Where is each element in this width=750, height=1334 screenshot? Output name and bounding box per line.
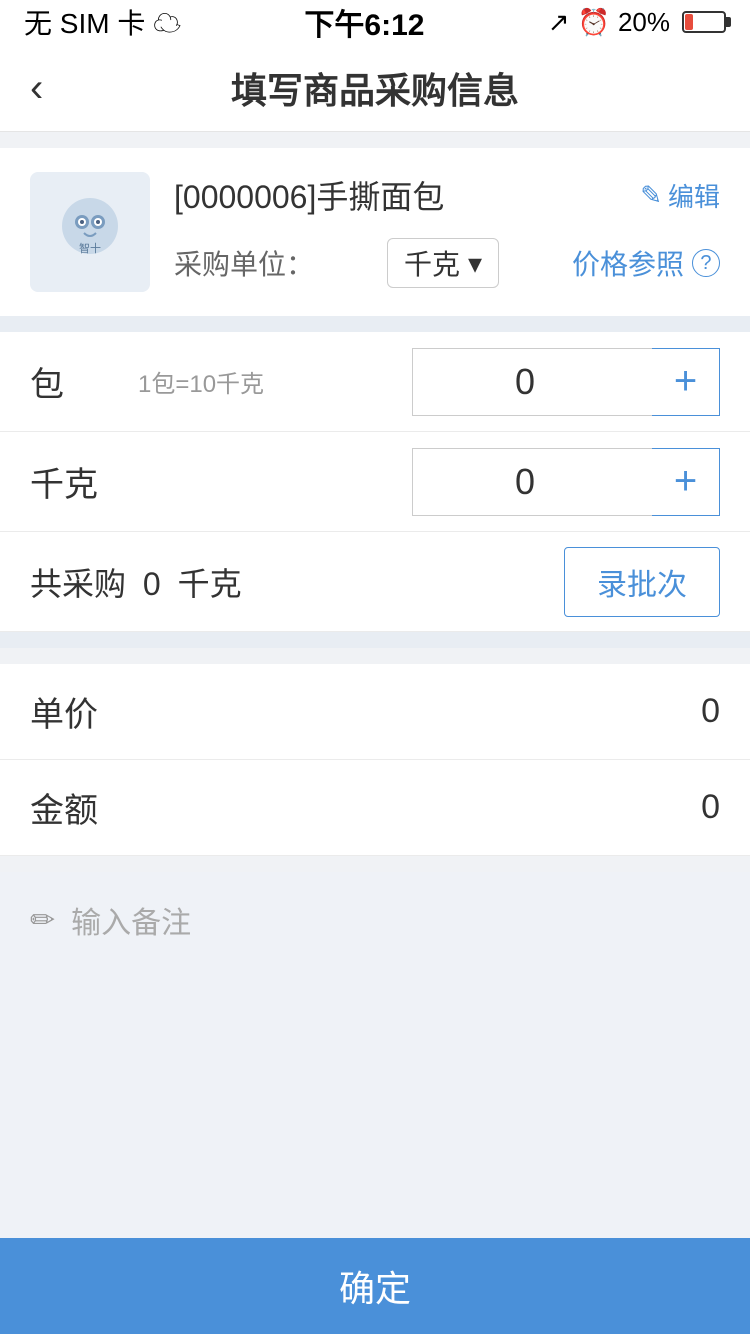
unit-label: 采购单位：	[174, 243, 314, 283]
summary-qty: 0	[143, 566, 161, 602]
nav-bar: ‹ 填写商品采购信息	[0, 44, 750, 132]
price-ref-label: 价格参照	[572, 243, 684, 283]
alarm-icon: ⏰	[578, 7, 610, 38]
unit-price-label: 单价	[30, 687, 98, 736]
battery-fill	[685, 14, 693, 30]
unit-price-value: 0	[701, 692, 720, 731]
edit-button[interactable]: ✎ 编辑	[640, 177, 720, 214]
price-section: 单价 0 金额 0	[0, 664, 750, 856]
svg-text:智十: 智十	[79, 241, 101, 255]
summary-label: 共采购	[30, 566, 126, 602]
kg-input-right: +	[412, 448, 720, 516]
bag-input-row: 包 1包=10千克 +	[0, 332, 750, 432]
page-title: 填写商品采购信息	[231, 62, 519, 114]
kg-label: 千克	[30, 457, 130, 506]
content-filler	[0, 968, 750, 1238]
bag-label: 包	[30, 357, 130, 406]
kg-quantity-input[interactable]	[412, 448, 652, 516]
batch-button[interactable]: 录批次	[564, 547, 720, 617]
edit-icon: ✎	[640, 180, 662, 211]
unit-value: 千克	[404, 243, 460, 283]
status-time: 下午6:12	[304, 0, 424, 44]
bag-input-right: +	[412, 348, 720, 416]
location-icon: ↗	[548, 7, 570, 38]
kg-input-row: 千克 +	[0, 432, 750, 532]
bag-quantity-input[interactable]	[412, 348, 652, 416]
bag-plus-button[interactable]: +	[652, 348, 720, 416]
bag-sub-label: 1包=10千克	[138, 364, 264, 399]
confirm-button[interactable]: 确定	[0, 1238, 750, 1334]
battery-label: 20%	[618, 7, 670, 38]
page: 无 SIM 卡 ☁ 下午6:12 ↗ ⏰ 20% ‹ 填写商品采购信息	[0, 0, 750, 1334]
question-circle-icon: ?	[692, 249, 720, 277]
remark-section[interactable]: ✏ 输入备注	[0, 872, 750, 968]
price-reference-button[interactable]: 价格参照 ?	[572, 243, 720, 283]
chevron-down-icon: ▾	[468, 247, 482, 280]
product-info: [0000006]手撕面包 ✎ 编辑 采购单位： 千克 ▾ 价格参照 ?	[174, 172, 720, 288]
amount-label: 金额	[30, 783, 98, 832]
product-card: 智十 [0000006]手撕面包 ✎ 编辑 采购单位： 千克 ▾ 价格参照	[0, 148, 750, 316]
product-thumbnail: 智十	[30, 172, 150, 292]
pencil-icon: ✏	[30, 903, 55, 938]
summary-unit: 千克	[178, 566, 242, 602]
no-sim-label: 无 SIM 卡 ☁	[24, 2, 181, 42]
summary-row: 共采购 0 千克 录批次	[0, 532, 750, 632]
amount-value: 0	[701, 788, 720, 827]
product-thumb-icon: 智十	[60, 196, 120, 268]
remark-placeholder: 输入备注	[71, 898, 191, 942]
product-logo-svg: 智十	[60, 196, 120, 256]
product-name-row: [0000006]手撕面包 ✎ 编辑	[174, 172, 720, 218]
battery-icon	[682, 11, 726, 33]
section-divider-1	[0, 316, 750, 332]
unit-select[interactable]: 千克 ▾	[387, 238, 499, 288]
back-button[interactable]: ‹	[30, 68, 43, 108]
input-section: 包 1包=10千克 + 千克 + 共采购 0 千克 录批次	[0, 332, 750, 632]
amount-row: 金额 0	[0, 760, 750, 856]
product-name: [0000006]手撕面包	[174, 172, 444, 218]
section-divider-2	[0, 632, 750, 648]
kg-plus-button[interactable]: +	[652, 448, 720, 516]
edit-label: 编辑	[668, 177, 720, 214]
status-left: 无 SIM 卡 ☁	[24, 2, 181, 42]
status-right: ↗ ⏰ 20%	[548, 7, 726, 38]
unit-row: 采购单位： 千克 ▾ 价格参照 ?	[174, 238, 720, 288]
unit-price-row: 单价 0	[0, 664, 750, 760]
status-bar: 无 SIM 卡 ☁ 下午6:12 ↗ ⏰ 20%	[0, 0, 750, 44]
summary-text: 共采购 0 千克	[30, 559, 242, 605]
